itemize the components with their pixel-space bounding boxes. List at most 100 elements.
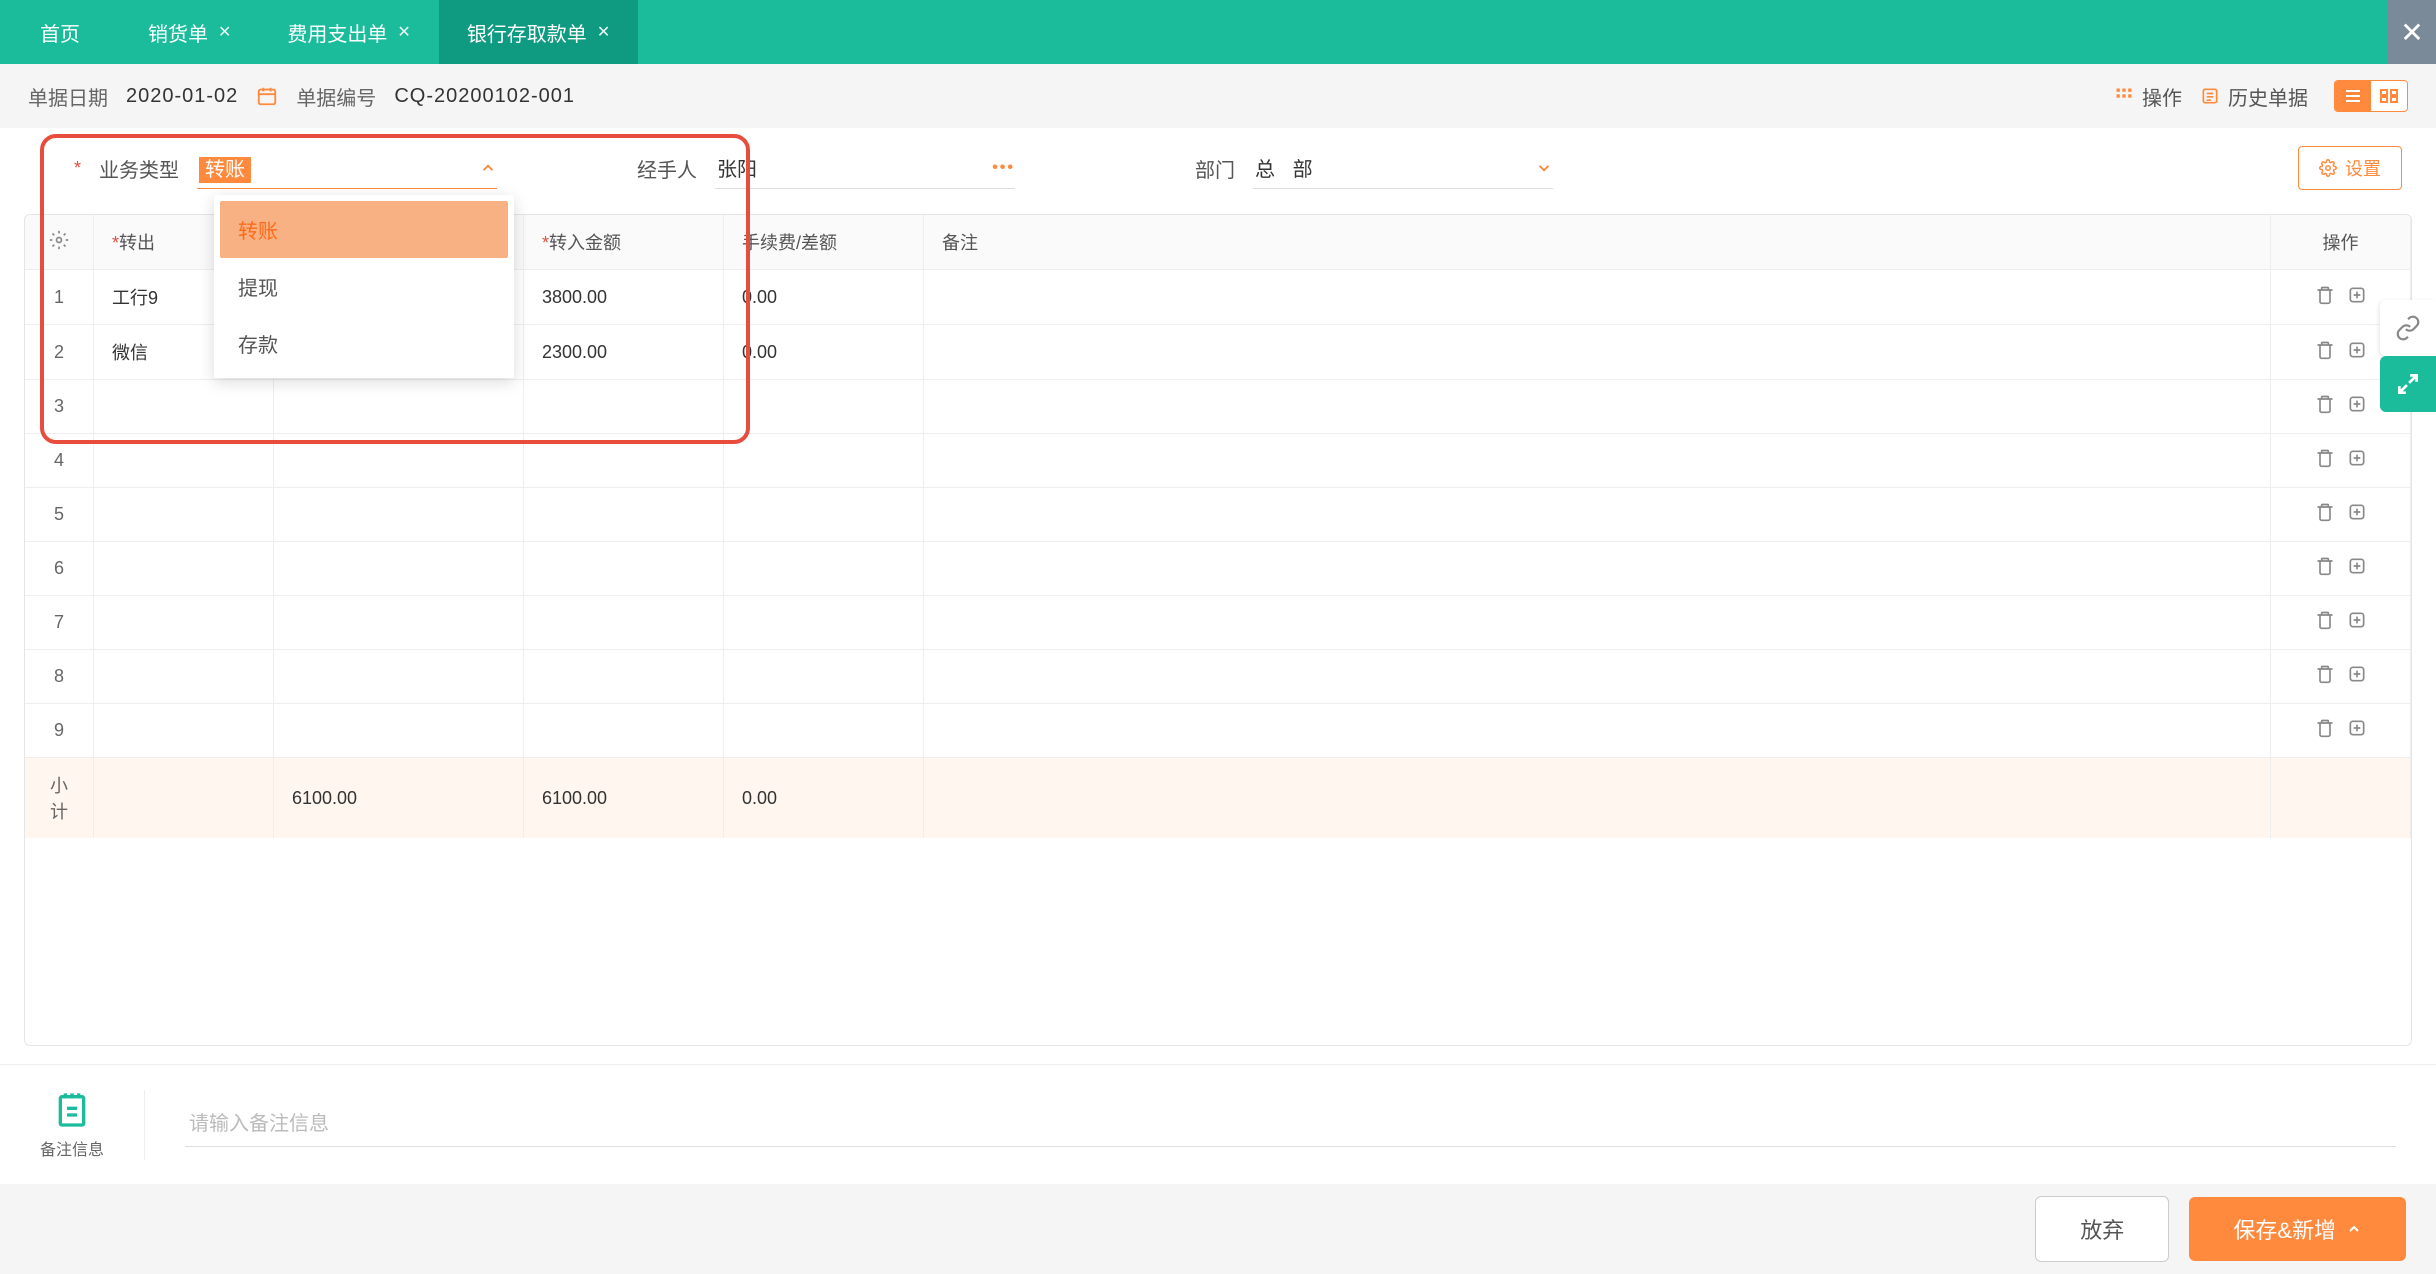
add-icon[interactable] (2347, 556, 2367, 576)
delete-icon[interactable] (2315, 502, 2335, 522)
dept-label: 部门 (1195, 154, 1235, 183)
tab-sales[interactable]: 销货单✕ (120, 0, 259, 64)
view-list-icon[interactable] (2335, 81, 2371, 111)
cell-out-account[interactable] (94, 542, 274, 596)
cell-in-amount[interactable]: 3800.00 (524, 270, 724, 325)
cell-fee[interactable] (724, 542, 924, 596)
cell-fee[interactable]: 0.00 (724, 270, 924, 325)
table-row[interactable]: 7 (25, 596, 2411, 650)
cell-hidden[interactable] (274, 596, 524, 650)
add-icon[interactable] (2347, 285, 2367, 305)
more-icon[interactable]: ••• (992, 159, 1015, 177)
cell-fee[interactable] (724, 380, 924, 434)
biztype-option-transfer[interactable]: 转账 (220, 201, 508, 258)
tab-home[interactable]: 首页 (0, 0, 120, 64)
history-button[interactable]: 历史单据 (2200, 82, 2308, 111)
cell-remark[interactable] (924, 434, 2271, 488)
cell-out-account[interactable] (94, 596, 274, 650)
cell-remark[interactable] (924, 650, 2271, 704)
cell-out-account[interactable] (94, 488, 274, 542)
delete-icon[interactable] (2315, 340, 2335, 360)
tab-expense[interactable]: 费用支出单✕ (259, 0, 438, 64)
link-button[interactable] (2380, 300, 2436, 356)
remarks-input[interactable] (185, 1103, 2396, 1147)
cell-in-amount[interactable] (524, 704, 724, 758)
delete-icon[interactable] (2315, 556, 2335, 576)
cell-hidden[interactable] (274, 704, 524, 758)
col-gear[interactable] (25, 215, 94, 270)
table-row[interactable]: 3 (25, 380, 2411, 434)
cell-in-amount[interactable] (524, 596, 724, 650)
biztype-field[interactable]: * 业务类型 转账 转账 提现 存款 (74, 147, 497, 189)
cell-in-amount[interactable] (524, 542, 724, 596)
table-row[interactable]: 6 (25, 542, 2411, 596)
delete-icon[interactable] (2315, 664, 2335, 684)
cell-in-amount[interactable]: 2300.00 (524, 325, 724, 380)
filter-row: * 业务类型 转账 转账 提现 存款 经手人 张阳 ••• 部门 总 部 (24, 146, 2412, 190)
settings-button[interactable]: 设置 (2298, 146, 2402, 190)
add-icon[interactable] (2347, 340, 2367, 360)
add-icon[interactable] (2347, 448, 2367, 468)
add-icon[interactable] (2347, 664, 2367, 684)
add-icon[interactable] (2347, 718, 2367, 738)
cell-in-amount[interactable] (524, 488, 724, 542)
handler-field[interactable]: 经手人 张阳 ••• (637, 147, 1015, 189)
close-icon[interactable]: ✕ (397, 22, 410, 42)
table-row[interactable]: 9 (25, 704, 2411, 758)
cell-fee[interactable] (724, 704, 924, 758)
grid-icon (2114, 86, 2134, 106)
table-row[interactable]: 5 (25, 488, 2411, 542)
cell-fee[interactable] (724, 650, 924, 704)
dept-field[interactable]: 部门 总 部 (1195, 147, 1553, 189)
add-icon[interactable] (2347, 394, 2367, 414)
cell-hidden[interactable] (274, 542, 524, 596)
delete-icon[interactable] (2315, 285, 2335, 305)
delete-icon[interactable] (2315, 718, 2335, 738)
cell-remark[interactable] (924, 488, 2271, 542)
table-row[interactable]: 4 (25, 434, 2411, 488)
cell-in-amount[interactable] (524, 650, 724, 704)
cell-out-account[interactable] (94, 704, 274, 758)
cell-out-account[interactable] (94, 434, 274, 488)
cell-remark[interactable] (924, 325, 2271, 380)
ops-button[interactable]: 操作 (2114, 82, 2182, 111)
cell-hidden[interactable] (274, 488, 524, 542)
cell-remark[interactable] (924, 270, 2271, 325)
cell-fee[interactable] (724, 488, 924, 542)
cell-remark[interactable] (924, 542, 2271, 596)
cell-hidden[interactable] (274, 380, 524, 434)
close-icon[interactable]: ✕ (597, 22, 610, 42)
date-value[interactable]: 2020-01-02 (126, 85, 238, 108)
cell-remark[interactable] (924, 704, 2271, 758)
tab-bank[interactable]: 银行存取款单✕ (439, 0, 638, 64)
tab-home-label: 首页 (40, 18, 80, 47)
cancel-button[interactable]: 放弃 (2035, 1196, 2169, 1262)
cell-in-amount[interactable] (524, 380, 724, 434)
delete-icon[interactable] (2315, 448, 2335, 468)
biztype-option-deposit[interactable]: 存款 (220, 315, 508, 372)
cell-out-account[interactable] (94, 380, 274, 434)
save-button[interactable]: 保存&新增 (2189, 1197, 2406, 1261)
biztype-option-withdraw[interactable]: 提现 (220, 258, 508, 315)
cell-fee[interactable] (724, 434, 924, 488)
cell-hidden[interactable] (274, 650, 524, 704)
cell-remark[interactable] (924, 596, 2271, 650)
delete-icon[interactable] (2315, 394, 2335, 414)
cell-fee[interactable]: 0.00 (724, 325, 924, 380)
add-icon[interactable] (2347, 610, 2367, 630)
view-grid-icon[interactable] (2371, 81, 2407, 111)
expand-button[interactable] (2380, 356, 2436, 412)
delete-icon[interactable] (2315, 610, 2335, 630)
add-icon[interactable] (2347, 502, 2367, 522)
subtotal-in: 6100.00 (524, 758, 724, 839)
calendar-icon[interactable] (256, 85, 278, 107)
cell-fee[interactable] (724, 596, 924, 650)
table-row[interactable]: 8 (25, 650, 2411, 704)
cell-hidden[interactable] (274, 434, 524, 488)
cell-remark[interactable] (924, 380, 2271, 434)
cell-in-amount[interactable] (524, 434, 724, 488)
col-in-amount: *转入金额 (524, 215, 724, 270)
close-icon[interactable]: ✕ (218, 22, 231, 42)
cell-out-account[interactable] (94, 650, 274, 704)
close-panel-button[interactable]: ✕ (2388, 0, 2436, 64)
